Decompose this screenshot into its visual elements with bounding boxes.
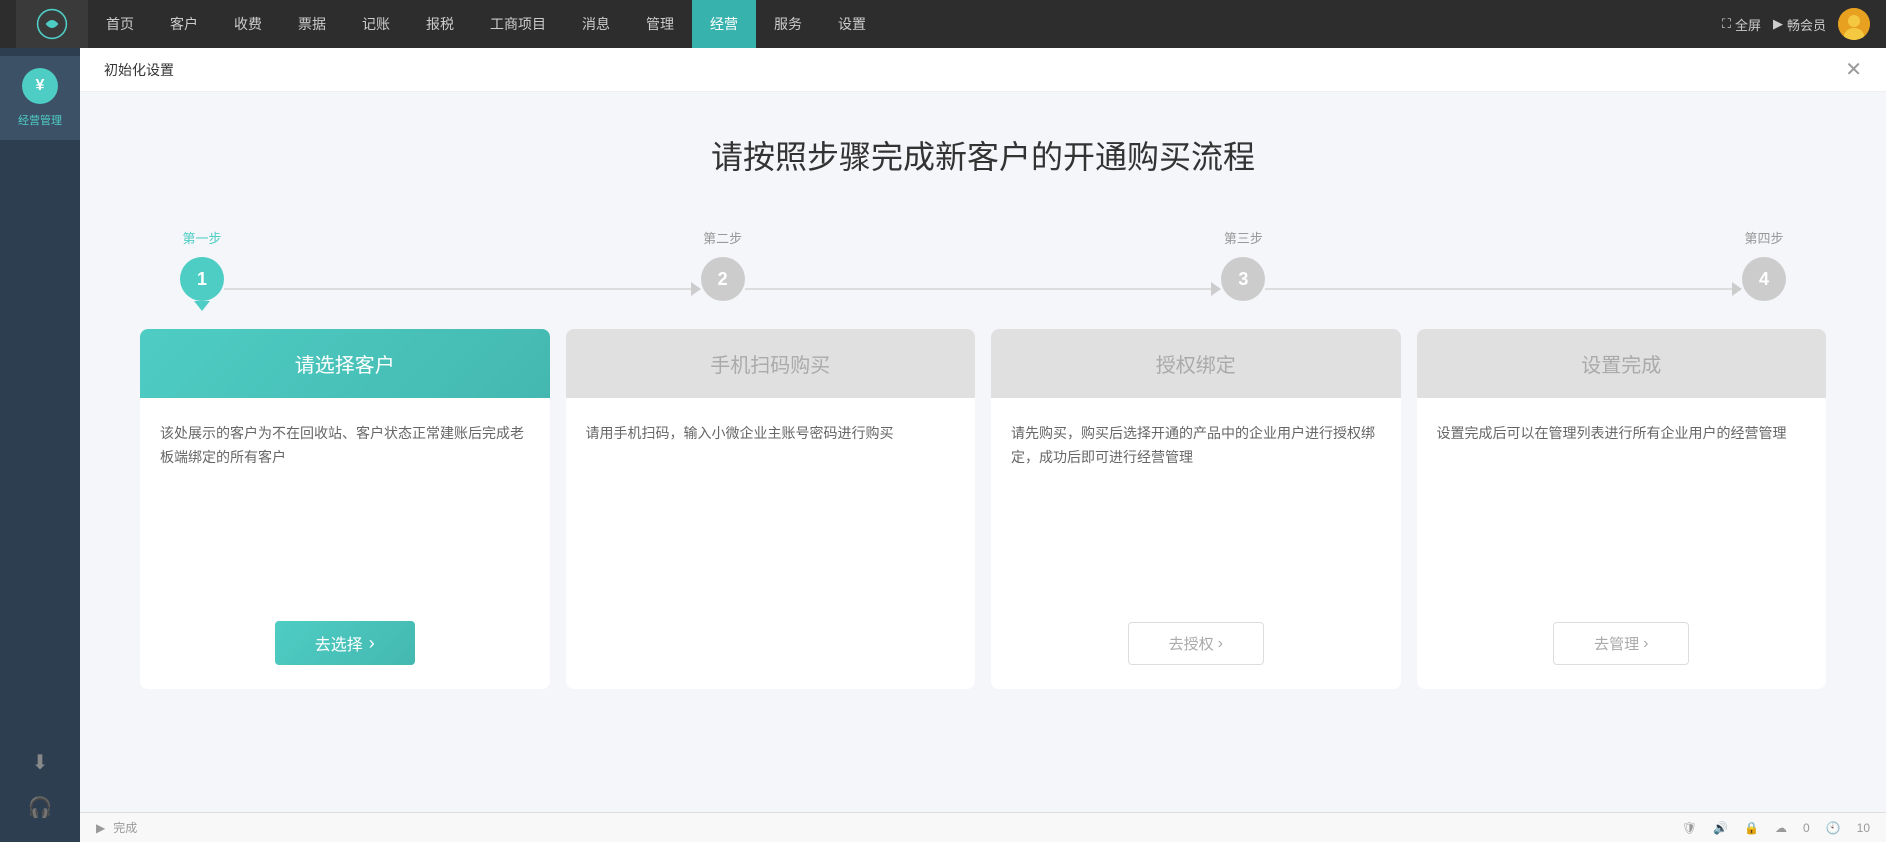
nav-manage[interactable]: 管理 [628, 0, 692, 48]
step-3-label: 第三步 [1224, 228, 1263, 247]
nav-tax[interactable]: 报税 [408, 0, 472, 48]
card-2-footer [566, 649, 976, 689]
fullscreen-icon: ⛶ [1722, 16, 1731, 32]
card-2-body: 请用手机扫码，输入小微企业主账号密码进行购买 [566, 398, 976, 649]
play-status-icon: ▶ [96, 821, 105, 835]
card-4-footer: 去管理 › [1417, 606, 1827, 689]
card-2-header: 手机扫码购买 [566, 329, 976, 398]
nav-right-actions: ⛶ 全屏 ▶ 畅会员 [1722, 8, 1870, 40]
go-select-button[interactable]: 去选择 › [275, 621, 415, 665]
nav-home[interactable]: 首页 [88, 0, 152, 48]
go-manage-button[interactable]: 去管理 › [1553, 622, 1689, 665]
step-3: 第三步 3 [1221, 228, 1265, 301]
nav-message[interactable]: 消息 [564, 0, 628, 48]
card-2-description: 请用手机扫码，输入小微企业主账号密码进行购买 [586, 425, 894, 441]
nav-settings[interactable]: 设置 [820, 0, 884, 48]
yuan-icon: ¥ [22, 68, 58, 104]
nav-business[interactable]: 工商项目 [472, 0, 564, 48]
play-icon: ▶ [1773, 16, 1783, 32]
card-3-description: 请先购买，购买后选择开通的产品中的企业用户进行授权绑定，成功后即可进行经营管理 [1011, 425, 1375, 465]
status-text: 完成 [113, 819, 137, 836]
steps-indicator: 第一步 1 第二步 2 [140, 228, 1826, 301]
step-4: 第四步 4 [1742, 228, 1786, 301]
ten-count: 10 [1857, 821, 1870, 835]
top-navigation: 首页 客户 收费 票据 记账 报税 工商项目 消息 管理 经营 服务 设置 ⛶ … [0, 0, 1886, 48]
go-manage-label: 去管理 [1594, 633, 1639, 654]
sidebar-download[interactable]: ⬇ [0, 740, 80, 785]
app-logo[interactable] [16, 0, 88, 48]
lock-icon: 🔒 [1744, 821, 1759, 835]
main-layout: ¥ 经营管理 ⬇ 🎧 初始化设置 ✕ 请按照步骤完成新客户的开通购买流程 [0, 48, 1886, 842]
status-bar: ▶ 完成 🛡 🔊 🔒 ☁ 0 🕙 10 [80, 812, 1886, 842]
step-2-circle: 2 [701, 257, 745, 301]
nav-accounting[interactable]: 记账 [344, 0, 408, 48]
step-1-label: 第一步 [182, 228, 221, 247]
cards-container: 请选择客户 该处展示的客户为不在回收站、客户状态正常建账后完成老板端绑定的所有客… [140, 329, 1826, 689]
time-icon: 🕙 [1826, 821, 1841, 835]
go-authorize-arrow: › [1218, 635, 1223, 653]
connector-1-2 [224, 228, 701, 296]
status-right-icons: 🛡 🔊 🔒 ☁ 0 🕙 10 [1682, 821, 1870, 835]
volume-icon: 🔊 [1713, 821, 1728, 835]
go-manage-arrow: › [1643, 635, 1648, 653]
close-button[interactable]: ✕ [1845, 60, 1862, 80]
sidebar-support[interactable]: 🎧 [0, 785, 80, 830]
card-select-customer: 请选择客户 该处展示的客户为不在回收站、客户状态正常建账后完成老板端绑定的所有客… [140, 329, 550, 689]
step-4-label: 第四步 [1745, 228, 1784, 247]
zero-count: 0 [1803, 821, 1810, 835]
card-4-description: 设置完成后可以在管理列表进行所有企业用户的经营管理 [1437, 425, 1787, 441]
sidebar-bottom: ⬇ 🎧 [0, 740, 80, 842]
go-select-arrow: › [369, 633, 375, 654]
nav-customer[interactable]: 客户 [152, 0, 216, 48]
nav-operation[interactable]: 经营 [692, 0, 756, 48]
card-1-body: 该处展示的客户为不在回收站、客户状态正常建账后完成老板端绑定的所有客户 [140, 398, 550, 605]
cloud-icon: ☁ [1775, 821, 1787, 835]
page-title: 初始化设置 [104, 60, 174, 80]
card-setup-complete: 设置完成 设置完成后可以在管理列表进行所有企业用户的经营管理 去管理 › [1417, 329, 1827, 689]
connector-3-4 [1265, 228, 1742, 296]
user-avatar[interactable] [1838, 8, 1870, 40]
step-3-circle: 3 [1221, 257, 1265, 301]
page-header: 初始化设置 ✕ [80, 48, 1886, 92]
card-authorize: 授权绑定 请先购买，购买后选择开通的产品中的企业用户进行授权绑定，成功后即可进行… [991, 329, 1401, 689]
card-4-title: 设置完成 [1581, 349, 1661, 378]
step-2: 第二步 2 [701, 228, 745, 301]
connector-2-3 [745, 228, 1222, 296]
card-1-description: 该处展示的客户为不在回收站、客户状态正常建账后完成老板端绑定的所有客户 [160, 425, 524, 465]
sidebar-item-label: 经营管理 [18, 112, 62, 128]
fullscreen-button[interactable]: ⛶ 全屏 [1722, 15, 1761, 34]
shield-icon: 🛡 [1682, 821, 1697, 835]
download-icon: ⬇ [32, 750, 49, 775]
card-scan-purchase: 手机扫码购买 请用手机扫码，输入小微企业主账号密码进行购买 [566, 329, 976, 689]
go-authorize-button[interactable]: 去授权 › [1128, 622, 1264, 665]
step-2-label: 第二步 [703, 228, 742, 247]
card-4-body: 设置完成后可以在管理列表进行所有企业用户的经营管理 [1417, 398, 1827, 606]
card-3-body: 请先购买，购买后选择开通的产品中的企业用户进行授权绑定，成功后即可进行经营管理 [991, 398, 1401, 606]
card-1-title: 请选择客户 [295, 349, 395, 378]
nav-ticket[interactable]: 票据 [280, 0, 344, 48]
card-1-header: 请选择客户 [140, 329, 550, 398]
sidebar: ¥ 经营管理 ⬇ 🎧 [0, 48, 80, 842]
card-2-title: 手机扫码购买 [710, 349, 830, 378]
nav-service[interactable]: 服务 [756, 0, 820, 48]
card-4-header: 设置完成 [1417, 329, 1827, 398]
member-button[interactable]: ▶ 畅会员 [1773, 15, 1826, 34]
card-3-title: 授权绑定 [1156, 349, 1236, 378]
nav-menu: 首页 客户 收费 票据 记账 报税 工商项目 消息 管理 经营 服务 设置 [88, 0, 1722, 48]
step-4-circle: 4 [1742, 257, 1786, 301]
card-1-footer: 去选择 › [140, 605, 550, 689]
wizard-title: 请按照步骤完成新客户的开通购买流程 [140, 132, 1826, 178]
step-1: 第一步 1 [180, 228, 224, 301]
go-select-label: 去选择 [315, 631, 363, 655]
nav-fee[interactable]: 收费 [216, 0, 280, 48]
card-3-header: 授权绑定 [991, 329, 1401, 398]
content-area: 初始化设置 ✕ 请按照步骤完成新客户的开通购买流程 第一步 1 [80, 48, 1886, 842]
go-authorize-label: 去授权 [1169, 633, 1214, 654]
card-3-footer: 去授权 › [991, 606, 1401, 689]
wizard-content: 请按照步骤完成新客户的开通购买流程 第一步 1 第二步 [80, 92, 1886, 812]
step-1-circle: 1 [180, 257, 224, 301]
sidebar-item-operation[interactable]: ¥ 经营管理 [0, 56, 80, 140]
headset-icon: 🎧 [28, 795, 53, 820]
